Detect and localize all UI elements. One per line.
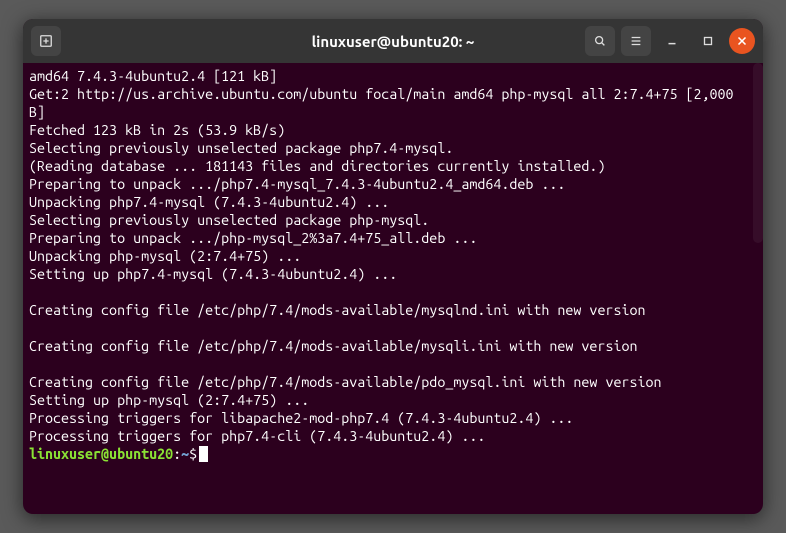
menu-button[interactable] bbox=[621, 26, 651, 56]
new-tab-button[interactable] bbox=[31, 26, 61, 56]
prompt-user-host: linuxuser@ubuntu20 bbox=[29, 445, 173, 463]
titlebar: linuxuser@ubuntu20: ~ bbox=[23, 19, 763, 63]
prompt-symbol: $ bbox=[189, 445, 197, 463]
prompt-line: linuxuser@ubuntu20:~$ bbox=[29, 445, 757, 463]
maximize-button[interactable] bbox=[693, 26, 723, 56]
close-button[interactable] bbox=[729, 28, 755, 54]
terminal-window: linuxuser@ubuntu20: ~ bbox=[23, 19, 763, 514]
scrollbar[interactable] bbox=[753, 63, 763, 243]
minimize-icon bbox=[665, 34, 679, 48]
search-icon bbox=[593, 34, 607, 48]
prompt-path: ~ bbox=[181, 445, 189, 463]
cursor bbox=[199, 446, 208, 462]
minimize-button[interactable] bbox=[657, 26, 687, 56]
maximize-icon bbox=[701, 34, 715, 48]
terminal-output: amd64 7.4.3-4ubuntu2.4 [121 kB] Get:2 ht… bbox=[29, 67, 757, 445]
prompt-separator: : bbox=[173, 445, 181, 463]
close-icon bbox=[735, 34, 749, 48]
hamburger-icon bbox=[629, 34, 643, 48]
search-button[interactable] bbox=[585, 26, 615, 56]
new-tab-icon bbox=[39, 34, 53, 48]
terminal-body[interactable]: amd64 7.4.3-4ubuntu2.4 [121 kB] Get:2 ht… bbox=[23, 63, 763, 514]
